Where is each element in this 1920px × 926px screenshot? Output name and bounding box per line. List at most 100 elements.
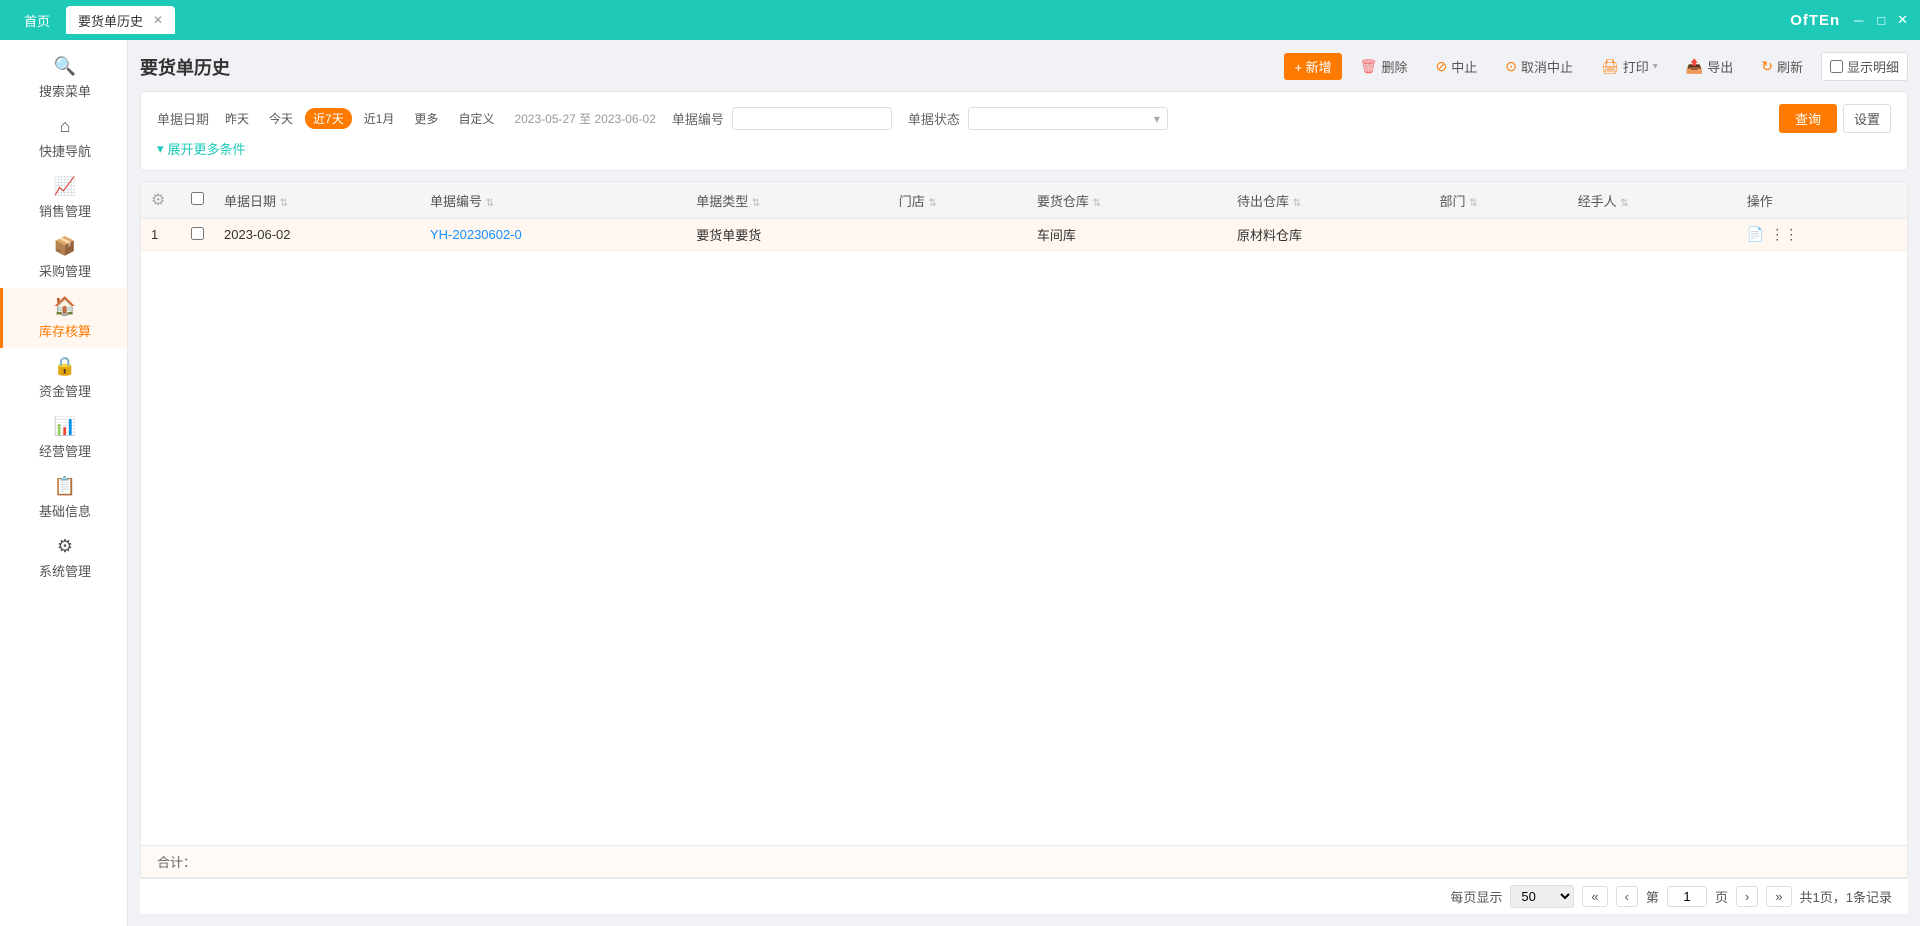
- date-opt-custom[interactable]: 自定义: [450, 108, 502, 129]
- minimize-btn[interactable]: －: [1852, 11, 1865, 30]
- row-edit-icon[interactable]: 📄: [1747, 226, 1764, 243]
- cancel-stop-button[interactable]: ⊙ 取消中止: [1495, 53, 1583, 80]
- docno-filter-group: 单据编号: [672, 107, 892, 130]
- th-docno[interactable]: 单据编号 ⇅: [420, 182, 686, 219]
- pagination-bar: 每页显示 50 10 20 100 « ‹ 第 页 › » 共1页，1条记录: [140, 878, 1908, 914]
- query-button[interactable]: 查询: [1779, 104, 1837, 133]
- next-page-btn[interactable]: ›: [1736, 886, 1758, 907]
- row-num: 1: [141, 219, 181, 251]
- refresh-button[interactable]: ↻ 刷新: [1751, 53, 1813, 80]
- row-docno-link[interactable]: YH-20230602-0: [430, 227, 522, 242]
- sidebar-item-quick-nav[interactable]: ⌂ 快捷导航: [0, 108, 127, 168]
- th-dept[interactable]: 部门 ⇅: [1429, 182, 1567, 219]
- date-opt-1month[interactable]: 近1月: [356, 108, 403, 129]
- status-filter-select[interactable]: [968, 107, 1168, 130]
- first-page-btn[interactable]: «: [1582, 886, 1607, 907]
- inventory-icon: 🏠: [54, 296, 76, 317]
- display-cell-checkbox[interactable]: [1830, 60, 1843, 73]
- sort-doctype-icon: ⇅: [752, 198, 760, 209]
- operations-icon: 📊: [54, 416, 76, 437]
- stop-button[interactable]: ⊘ 中止: [1425, 53, 1487, 80]
- select-all-checkbox[interactable]: [191, 192, 204, 205]
- sidebar-item-base-info[interactable]: 📋 基础信息: [0, 468, 127, 528]
- sidebar-item-label: 库存核算: [39, 321, 91, 340]
- expand-icon: ▾: [157, 141, 164, 157]
- row-req-warehouse: 车间库: [1027, 219, 1227, 251]
- table-header: ⚙ 单据日期 ⇅ 单据编号 ⇅: [141, 182, 1907, 219]
- base-info-icon: 📋: [54, 476, 76, 497]
- delete-button[interactable]: 🗑 删除: [1350, 53, 1418, 80]
- expand-more-button[interactable]: ▾ 展开更多条件: [157, 139, 1891, 158]
- sidebar-item-search-menu[interactable]: 🔍 搜索菜单: [0, 48, 127, 108]
- page-input[interactable]: [1667, 886, 1707, 907]
- page-label: 第: [1646, 887, 1659, 906]
- table-footer: 合计：: [141, 845, 1907, 877]
- status-filter-label: 单据状态: [908, 109, 960, 128]
- sidebar-item-system-mgmt[interactable]: ⚙ 系统管理: [0, 528, 127, 588]
- print-button[interactable]: 🖨 打印 ▾: [1591, 53, 1668, 80]
- date-opt-7days[interactable]: 近7天: [305, 108, 352, 129]
- date-filter-group: 单据日期 昨天 今天 近7天 近1月 更多 自定义 2023-05-27 至 2…: [157, 108, 656, 129]
- prev-page-btn[interactable]: ‹: [1616, 886, 1638, 907]
- status-filter-group: 单据状态: [908, 107, 1168, 130]
- th-date[interactable]: 单据日期 ⇅: [214, 182, 420, 219]
- th-checkbox: [181, 182, 214, 219]
- sidebar-item-finance[interactable]: 🔒 资金管理: [0, 348, 127, 408]
- tab-close-icon[interactable]: ✕: [153, 13, 163, 27]
- date-opt-today[interactable]: 今天: [261, 108, 301, 129]
- per-page-select[interactable]: 50 10 20 100: [1510, 885, 1574, 908]
- tab-requisition-history[interactable]: 要货单历史 ✕: [66, 6, 175, 34]
- sidebar-item-sales-mgmt[interactable]: 📈 销售管理: [0, 168, 127, 228]
- date-opt-more[interactable]: 更多: [406, 108, 446, 129]
- date-options: 昨天 今天 近7天 近1月 更多 自定义: [217, 108, 502, 129]
- delete-icon: 🗑: [1360, 58, 1378, 75]
- tab-home[interactable]: 首页: [12, 6, 62, 34]
- sort-req-warehouse-icon: ⇅: [1093, 198, 1101, 209]
- maximize-btn[interactable]: □: [1877, 13, 1885, 28]
- sidebar-item-operations[interactable]: 📊 经营管理: [0, 408, 127, 468]
- total-info: 共1页，1条记录: [1800, 887, 1892, 906]
- export-icon: 📤: [1686, 58, 1703, 75]
- sort-store-icon: ⇅: [928, 198, 936, 209]
- sidebar-item-label: 系统管理: [39, 561, 91, 580]
- row-dept: [1429, 219, 1567, 251]
- row-checkbox[interactable]: [191, 227, 204, 240]
- date-opt-yesterday[interactable]: 昨天: [217, 108, 257, 129]
- row-date: 2023-06-02: [214, 219, 420, 251]
- th-store[interactable]: 门店 ⇅: [889, 182, 1027, 219]
- th-handler[interactable]: 经手人 ⇅: [1568, 182, 1737, 219]
- row-handler: [1568, 219, 1737, 251]
- sidebar-item-label: 销售管理: [39, 201, 91, 220]
- footer-label: 合计：: [157, 855, 196, 870]
- th-pending-warehouse[interactable]: 待出仓库 ⇅: [1227, 182, 1429, 219]
- top-bar: 首页 要货单历史 ✕ OfTEn － □ ✕: [0, 0, 1920, 40]
- table-body: 1 2023-06-02 YH-20230602-0 要货单要货 车间库 原材料…: [141, 219, 1907, 251]
- docno-filter-input[interactable]: [732, 107, 892, 130]
- sidebar-item-label: 采购管理: [39, 261, 91, 280]
- th-doctype[interactable]: 单据类型 ⇅: [686, 182, 888, 219]
- th-req-warehouse[interactable]: 要货仓库 ⇅: [1027, 182, 1227, 219]
- docno-filter-label: 单据编号: [672, 109, 724, 128]
- system-mgmt-icon: ⚙: [57, 536, 73, 557]
- stop-icon: ⊘: [1435, 58, 1447, 75]
- purchase-mgmt-icon: 📦: [54, 236, 76, 257]
- page-title: 要货单历史: [140, 54, 230, 80]
- main-layout: 🔍 搜索菜单 ⌂ 快捷导航 📈 销售管理 📦 采购管理 🏠 库存核算 🔒 资金管…: [0, 40, 1920, 926]
- table-settings-icon[interactable]: ⚙: [151, 192, 165, 209]
- window-close-btn[interactable]: ✕: [1897, 12, 1908, 28]
- brand-label: OfTEn: [1790, 12, 1840, 29]
- export-button[interactable]: 📤 导出: [1676, 53, 1743, 80]
- th-actions: 操作: [1737, 182, 1907, 219]
- per-page-label: 每页显示: [1450, 887, 1502, 906]
- new-button[interactable]: + 新增: [1284, 53, 1341, 80]
- sidebar-item-purchase-mgmt[interactable]: 📦 采购管理: [0, 228, 127, 288]
- cancel-stop-icon: ⊙: [1505, 58, 1517, 75]
- top-bar-right: OfTEn － □ ✕: [1790, 11, 1908, 30]
- filter-panel: 单据日期 昨天 今天 近7天 近1月 更多 自定义 2023-05-27 至 2…: [140, 91, 1908, 171]
- display-cell-button[interactable]: 显示明细: [1821, 52, 1908, 81]
- last-page-btn[interactable]: »: [1766, 886, 1791, 907]
- row-more-icon[interactable]: ⋮⋮: [1770, 226, 1798, 243]
- settings-button[interactable]: 设置: [1843, 104, 1891, 133]
- sidebar-item-inventory[interactable]: 🏠 库存核算: [0, 288, 127, 348]
- th-settings[interactable]: ⚙: [141, 182, 181, 219]
